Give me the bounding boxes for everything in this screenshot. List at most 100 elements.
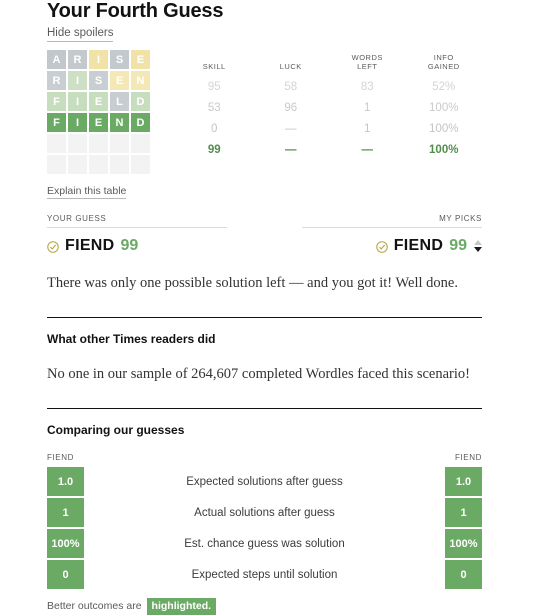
guess-analysis-page: Your Fourth Guess Hide spoilers ARISERIS… xyxy=(47,0,482,615)
stats-row: 0 — 1 100% xyxy=(176,119,482,140)
guess-compare-row: YOUR GUESS FIEND 99 MY PICKS FIEND 99 xyxy=(47,214,482,255)
board-tile: A xyxy=(47,50,66,69)
compare-row: 100% Est. chance guess was solution 100% xyxy=(47,529,482,558)
your-guess-score: 99 xyxy=(120,237,139,254)
col-header-skill-l1: SKILL xyxy=(202,62,226,71)
comparing-heading: Comparing our guesses xyxy=(47,423,185,437)
your-guess-word: FIEND xyxy=(65,237,115,254)
board-tile: I xyxy=(68,71,87,90)
board-row: FIEND xyxy=(47,113,154,132)
footnote-highlight-chip: highlighted. xyxy=(146,598,217,615)
stats-cell-info-gained: 52% xyxy=(432,81,456,93)
board-tile: R xyxy=(68,50,87,69)
divider-readers xyxy=(47,317,482,318)
stats-cell-skill: 95 xyxy=(207,81,221,93)
board-tile: N xyxy=(110,113,129,132)
board-tile: I xyxy=(68,92,87,111)
my-picks-label: MY PICKS xyxy=(302,214,482,228)
my-picks-score: 99 xyxy=(449,237,467,254)
stats-cell-info-gained: 100% xyxy=(429,144,459,156)
stats-cell-luck: 96 xyxy=(284,102,298,114)
stats-cell-info-gained: 100% xyxy=(429,102,459,114)
board-row: ARISE xyxy=(47,50,154,69)
comparing-footnote: Better outcomes are highlighted. xyxy=(47,598,482,615)
compare-right-cell: 100% xyxy=(445,529,482,558)
chevron-up-icon[interactable] xyxy=(474,240,482,245)
col-header-words-left: WORDS LEFT xyxy=(329,52,406,77)
board-tile xyxy=(68,155,87,174)
comparing-rows: 1.0 Expected solutions after guess 1.0 1 Act… xyxy=(47,467,482,589)
your-guess-column: YOUR GUESS FIEND 99 xyxy=(47,214,227,255)
stats-cell-skill: 53 xyxy=(207,102,221,114)
board-tile: E xyxy=(110,71,129,90)
col-header-words-left-l1: WORDS xyxy=(351,53,383,62)
board-tile: S xyxy=(89,71,108,90)
compare-row: 1 Actual solutions after guess 1 xyxy=(47,498,482,527)
check-circle-icon xyxy=(47,240,59,253)
explain-table-link[interactable]: Explain this table xyxy=(47,185,127,199)
board-tile xyxy=(131,155,150,174)
board-tile: D xyxy=(131,113,150,132)
board-row xyxy=(47,134,154,153)
col-header-info-gained-l1: INFO xyxy=(433,53,454,62)
board-tile xyxy=(110,134,129,153)
board-tile xyxy=(47,155,66,174)
stats-cell-info-gained: 100% xyxy=(429,123,459,135)
stats-cell-words-left: 1 xyxy=(364,102,371,114)
board-tile: R xyxy=(47,71,66,90)
comparing-right-word: FIEND xyxy=(455,453,482,462)
compare-row-label: Expected solutions after guess xyxy=(186,475,343,488)
board-tile: L xyxy=(110,92,129,111)
board-and-stats: ARISERISENFIELDFIEND SKILL LUCK WORDS LE… xyxy=(47,50,482,176)
board-tile: S xyxy=(110,50,129,69)
my-picks-stepper[interactable] xyxy=(474,240,482,252)
stats-cell-words-left: 1 xyxy=(364,123,371,135)
comparing-left-word: FIEND xyxy=(47,453,74,462)
stats-cell-luck: — xyxy=(285,144,297,156)
my-picks-column: MY PICKS FIEND 99 xyxy=(302,214,482,255)
compare-row-label: Actual solutions after guess xyxy=(194,506,335,519)
stats-row: 53 96 1 100% xyxy=(176,98,482,119)
board-row xyxy=(47,155,154,174)
board-tile: F xyxy=(47,92,66,111)
stats-table-wrap: SKILL LUCK WORDS LEFT INFO GAINED 95 58 … xyxy=(176,52,482,161)
footnote-prefix: Better outcomes are xyxy=(47,600,142,612)
board-tile: E xyxy=(89,92,108,111)
board-tile: N xyxy=(131,71,150,90)
board-tile: I xyxy=(68,113,87,132)
col-header-luck: LUCK xyxy=(253,52,330,77)
compare-left-cell: 1 xyxy=(47,498,84,527)
stats-table: SKILL LUCK WORDS LEFT INFO GAINED 95 58 … xyxy=(176,52,482,161)
board-tile xyxy=(89,155,108,174)
stats-row: 99 — — 100% xyxy=(176,140,482,161)
your-guess-value: FIEND 99 xyxy=(47,237,227,255)
compare-right-cell: 1 xyxy=(445,498,482,527)
readers-heading: What other Times readers did xyxy=(47,332,216,346)
wordle-board: ARISERISENFIELDFIEND xyxy=(47,50,154,176)
stats-cell-skill: 99 xyxy=(207,144,221,156)
compare-row-label: Est. chance guess was solution xyxy=(184,537,345,550)
stats-header-row: SKILL LUCK WORDS LEFT INFO GAINED xyxy=(176,52,482,77)
board-tile: E xyxy=(131,50,150,69)
hide-spoilers-link[interactable]: Hide spoilers xyxy=(47,27,114,42)
board-tile: I xyxy=(89,50,108,69)
compare-right-cell: 0 xyxy=(445,560,482,589)
board-tile xyxy=(68,134,87,153)
my-picks-value: FIEND 99 xyxy=(302,237,482,255)
board-tile xyxy=(89,134,108,153)
stats-cell-skill: 0 xyxy=(211,123,218,135)
check-circle-icon-right xyxy=(375,240,388,253)
compare-left-cell: 1.0 xyxy=(47,467,84,496)
col-header-luck-l1: LUCK xyxy=(279,62,302,71)
my-picks-word: FIEND xyxy=(393,237,444,254)
your-guess-label: YOUR GUESS xyxy=(47,214,227,228)
comparing-word-labels: FIEND FIEND xyxy=(47,453,482,463)
compare-left-cell: 100% xyxy=(47,529,84,558)
stats-cell-luck: — xyxy=(285,123,297,135)
compare-row: 0 Expected steps until solution 0 xyxy=(47,560,482,589)
page-title: Your Fourth Guess xyxy=(47,0,224,22)
chevron-down-icon[interactable] xyxy=(474,247,482,252)
board-tile xyxy=(110,155,129,174)
board-tile: F xyxy=(47,113,66,132)
compare-right-cell: 1.0 xyxy=(445,467,482,496)
